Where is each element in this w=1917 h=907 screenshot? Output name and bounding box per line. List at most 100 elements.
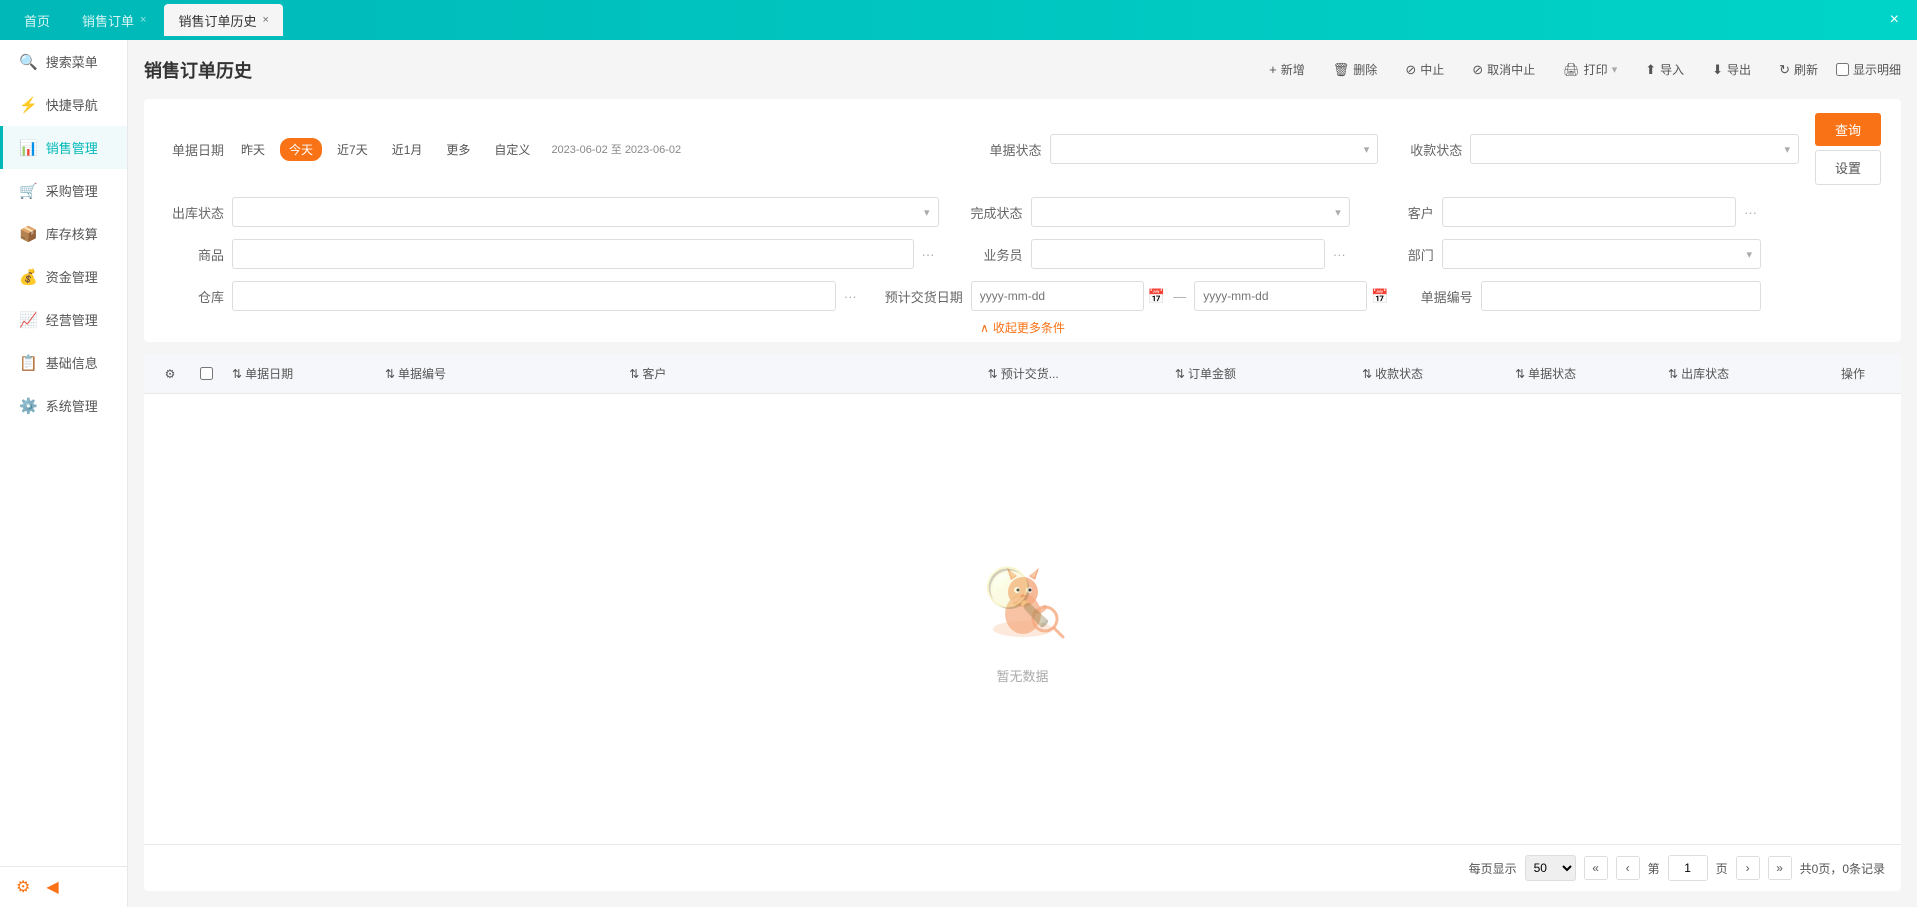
tab-sales-order[interactable]: 销售订单 ×: [68, 4, 160, 36]
new-button[interactable]: + 新增: [1259, 56, 1315, 83]
complete-status-select[interactable]: ▾: [1031, 197, 1350, 227]
delivery-date-end[interactable]: [1194, 281, 1367, 311]
th-no[interactable]: ⇅ 单据编号: [377, 365, 621, 382]
tab-home[interactable]: 首页: [10, 4, 64, 36]
th-amount[interactable]: ⇅ 订单金额: [1167, 365, 1354, 382]
filter-receipt-status: 收款状态 ▾: [1402, 134, 1799, 164]
purchase-mgmt-icon: 🛒: [19, 182, 38, 200]
print-button[interactable]: 🖨 打印 ▾: [1553, 56, 1627, 83]
delivery-date-start[interactable]: [971, 281, 1144, 311]
prev-page-button[interactable]: ‹: [1616, 856, 1640, 880]
sidebar-item-capital-mgmt[interactable]: 💰 资金管理: [0, 255, 127, 298]
close-history-tab[interactable]: ×: [262, 14, 268, 26]
dept-chevron: ▾: [1746, 248, 1752, 261]
order-no-input[interactable]: [1481, 281, 1761, 311]
dept-label: 部门: [1374, 245, 1434, 264]
display-toggle-checkbox[interactable]: [1836, 63, 1849, 76]
th-date[interactable]: ⇅ 单据日期: [224, 365, 377, 382]
filter-dept: 部门 ▾: [1374, 239, 1761, 269]
warehouse-dots[interactable]: ···: [840, 289, 861, 304]
th-delivery[interactable]: ⇅ 预计交货...: [980, 365, 1167, 382]
delete-button[interactable]: 🗑 删除: [1323, 56, 1388, 83]
th-checkbox[interactable]: [188, 367, 224, 380]
query-button[interactable]: 查询: [1815, 113, 1881, 146]
sidebar-item-quick-nav[interactable]: ⚡ 快捷导航: [0, 83, 127, 126]
calendar-start-icon[interactable]: 📅: [1148, 288, 1165, 305]
date-tag-yesterday[interactable]: 昨天: [232, 138, 274, 161]
sort-amount-icon: ⇅: [1175, 367, 1185, 381]
first-page-button[interactable]: «: [1584, 856, 1608, 880]
filter-row-1: 单据日期 昨天 今天 近7天 近1月 更多 自定义 2023-06-02 至 2…: [164, 113, 1881, 185]
customer-input[interactable]: [1442, 197, 1736, 227]
goods-dots[interactable]: ···: [918, 247, 939, 262]
collapse-row[interactable]: ∧ 收起更多条件: [164, 319, 1881, 336]
date-range-display: 2023-06-02 至 2023-06-02: [551, 141, 681, 157]
export-button[interactable]: ⬇ 导出: [1702, 56, 1761, 83]
pagination: 每页显示 50 10 20 100 « ‹ 第 1 页 › » 共0页，0条记录: [144, 844, 1901, 891]
delivery-status-select[interactable]: ▾: [232, 197, 939, 227]
date-tag-last1m[interactable]: 近1月: [383, 138, 432, 161]
date-tag-today[interactable]: 今天: [280, 138, 322, 161]
salesman-dots[interactable]: ···: [1329, 247, 1350, 262]
sort-status-icon: ⇅: [1515, 367, 1525, 381]
tab-sales-order-history[interactable]: 销售订单历史 ×: [164, 4, 282, 36]
select-all-checkbox[interactable]: [200, 367, 213, 380]
date-tags: 昨天 今天 近7天 近1月 更多 自定义: [232, 138, 539, 161]
th-order-status[interactable]: ⇅ 单据状态: [1507, 365, 1660, 382]
salesman-input[interactable]: [1031, 239, 1325, 269]
refresh-button[interactable]: ↻ 刷新: [1769, 56, 1828, 83]
customer-dots[interactable]: ···: [1740, 205, 1761, 220]
th-receipt-status[interactable]: ⇅ 收款状态: [1354, 365, 1507, 382]
sidebar-item-operation-mgmt[interactable]: 📈 经营管理: [0, 298, 127, 341]
dept-select[interactable]: ▾: [1442, 239, 1761, 269]
sort-out-icon: ⇅: [1668, 367, 1678, 381]
display-toggle[interactable]: 显示明细: [1836, 61, 1901, 78]
settings-button[interactable]: 设置: [1815, 150, 1881, 185]
per-page-select[interactable]: 50 10 20 100: [1525, 855, 1576, 881]
global-close-button[interactable]: ×: [1882, 7, 1907, 33]
sidebar-item-basic-info[interactable]: 📋 基础信息: [0, 341, 127, 384]
sidebar-collapse-icon[interactable]: ◀: [46, 877, 58, 897]
th-out-status[interactable]: ⇅ 出库状态: [1660, 365, 1813, 382]
complete-status-label: 完成状态: [963, 203, 1023, 222]
order-status-select[interactable]: ▾: [1050, 134, 1379, 164]
page-header: 销售订单历史 + 新增 🗑 删除 ⊘ 中止 ⊘ 取消中止: [144, 56, 1901, 83]
complete-status-chevron: ▾: [1335, 206, 1341, 219]
sidebar-item-purchase-mgmt[interactable]: 🛒 采购管理: [0, 169, 127, 212]
collapse-label: 收起更多条件: [993, 319, 1065, 336]
sort-no-icon: ⇅: [385, 367, 395, 381]
stop-button[interactable]: ⊘ 中止: [1395, 56, 1454, 83]
import-icon: ⬆: [1645, 62, 1656, 78]
sidebar-item-system-mgmt[interactable]: ⚙️ 系统管理: [0, 384, 127, 427]
warehouse-input[interactable]: [232, 281, 836, 311]
th-customer[interactable]: ⇅ 客户: [621, 365, 979, 382]
order-status-label: 单据状态: [982, 140, 1042, 159]
page-input[interactable]: 1: [1668, 855, 1708, 881]
next-page-button[interactable]: ›: [1736, 856, 1760, 880]
cancel-stop-button[interactable]: ⊘ 取消中止: [1462, 56, 1545, 83]
delivery-date-label: 预计交货日期: [885, 287, 963, 306]
import-button[interactable]: ⬆ 导入: [1635, 56, 1694, 83]
close-sales-order-tab[interactable]: ×: [140, 14, 146, 26]
print-icon: 🖨: [1563, 62, 1580, 78]
date-tag-custom[interactable]: 自定义: [485, 138, 539, 161]
filter-order-status: 单据状态 ▾: [982, 134, 1379, 164]
last-page-button[interactable]: »: [1768, 856, 1792, 880]
warehouse-label: 仓库: [164, 287, 224, 306]
date-tag-more[interactable]: 更多: [437, 138, 479, 161]
filter-row-3: 商品 ··· 业务员 ··· 部门: [164, 239, 1881, 269]
delivery-date-control: 📅 — 📅: [971, 281, 1389, 311]
search-menu-icon: 🔍: [19, 53, 38, 71]
date-tag-last7[interactable]: 近7天: [328, 138, 377, 161]
sidebar-item-sales-mgmt[interactable]: 📊 销售管理: [0, 126, 127, 169]
th-settings[interactable]: ⚙: [152, 367, 188, 381]
toolbar: + 新增 🗑 删除 ⊘ 中止 ⊘ 取消中止 🖨 打印: [1259, 56, 1901, 83]
sidebar-item-inventory[interactable]: 📦 库存核算: [0, 212, 127, 255]
calendar-end-icon[interactable]: 📅: [1371, 288, 1388, 305]
filter-panel: 单据日期 昨天 今天 近7天 近1月 更多 自定义 2023-06-02 至 2…: [144, 99, 1901, 342]
sidebar-settings-icon[interactable]: ⚙: [16, 877, 30, 897]
receipt-status-select[interactable]: ▾: [1470, 134, 1799, 164]
goods-input[interactable]: [232, 239, 914, 269]
order-no-label: 单据编号: [1413, 287, 1473, 306]
sidebar-item-search-menu[interactable]: 🔍 搜索菜单: [0, 40, 127, 83]
